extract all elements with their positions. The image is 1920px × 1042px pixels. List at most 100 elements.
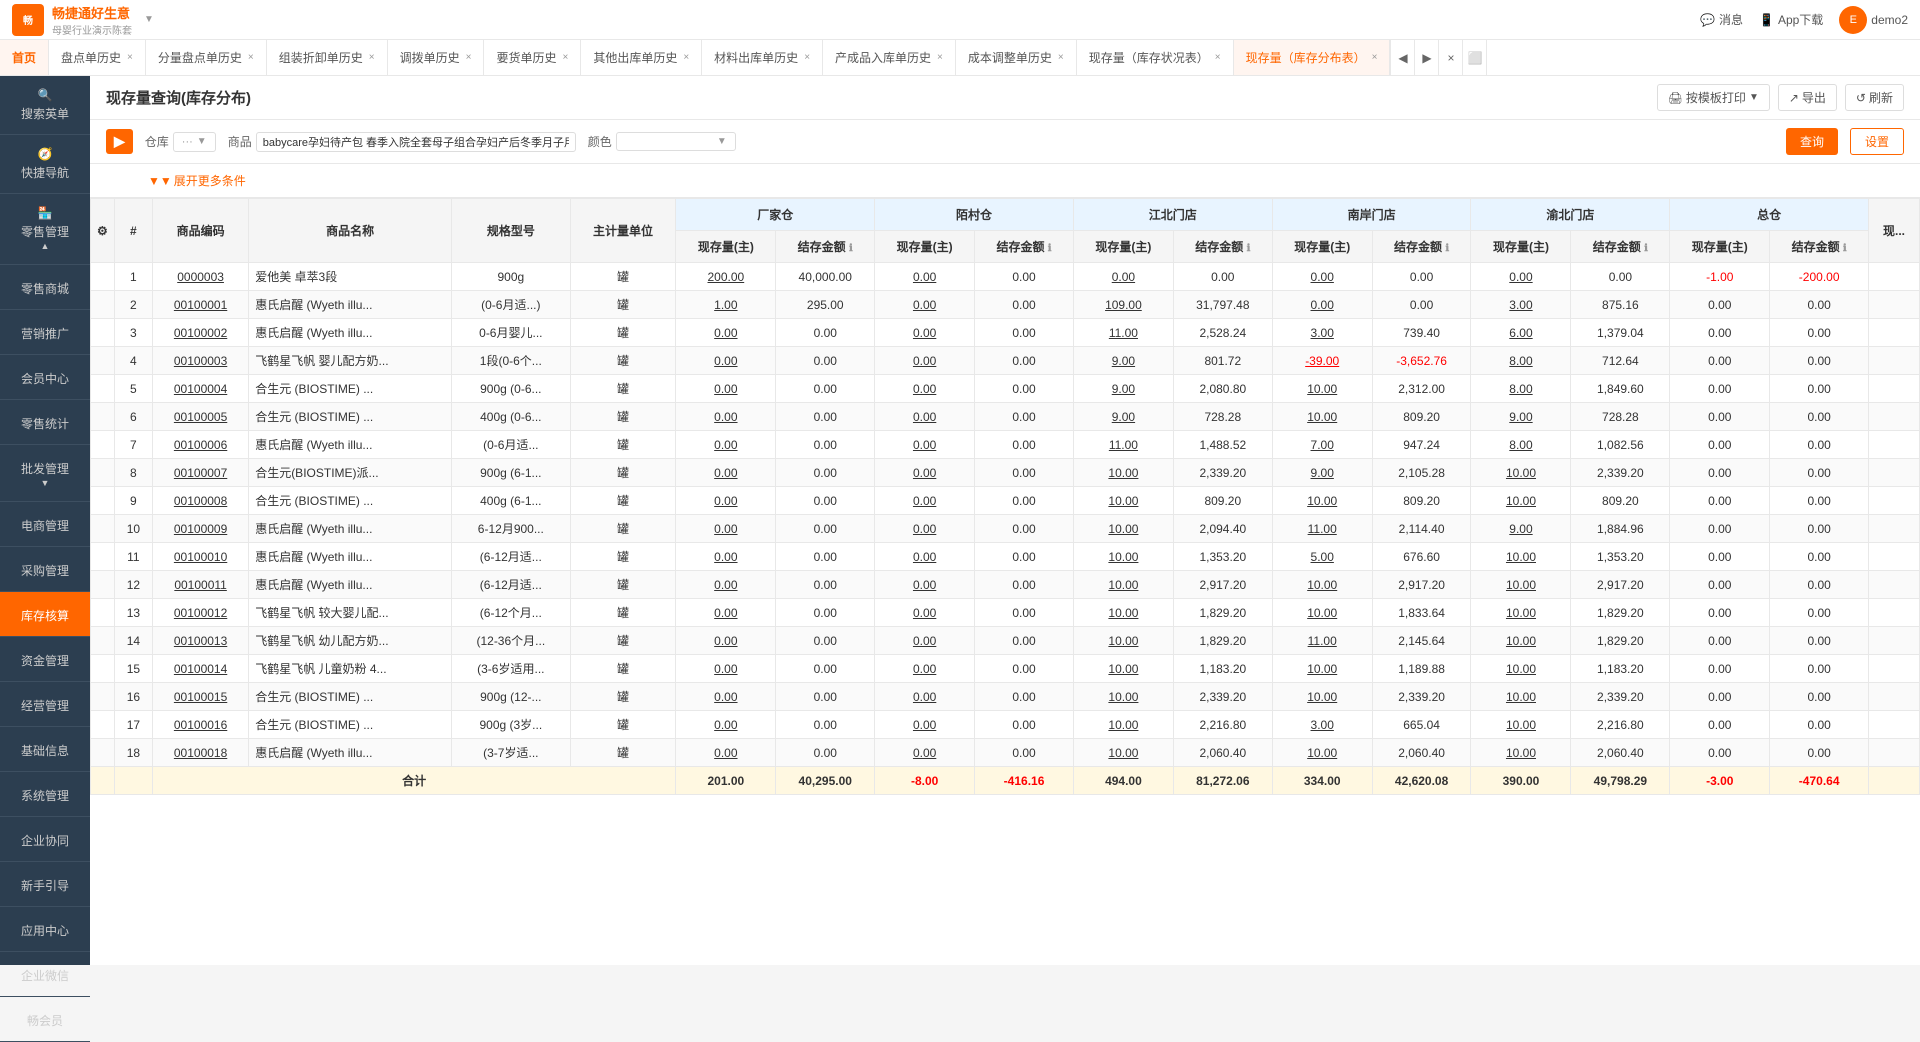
row-code-5[interactable]: 00100005: [152, 403, 248, 431]
row-v-qty-5[interactable]: 0.00: [875, 403, 975, 431]
row-yb-qty-10[interactable]: 10.00: [1471, 543, 1571, 571]
sidebar-item-purchase[interactable]: 采购管理: [0, 547, 90, 592]
row-v-qty-14[interactable]: 0.00: [875, 655, 975, 683]
tab-4-close[interactable]: ×: [466, 52, 472, 63]
row-yb-qty-15[interactable]: 10.00: [1471, 683, 1571, 711]
row-code-1[interactable]: 00100001: [152, 291, 248, 319]
row-v-qty-16[interactable]: 0.00: [875, 711, 975, 739]
row-jb-qty-17[interactable]: 10.00: [1073, 739, 1173, 767]
row-jb-qty-12[interactable]: 10.00: [1073, 599, 1173, 627]
sidebar-item-member[interactable]: 会员中心: [0, 355, 90, 400]
nav-right-arrow[interactable]: ▶: [1415, 40, 1439, 76]
row-v-qty-0[interactable]: 0.00: [875, 263, 975, 291]
row-na-qty-13[interactable]: 11.00: [1272, 627, 1372, 655]
row-yb-qty-12[interactable]: 10.00: [1471, 599, 1571, 627]
yb-amt-info-icon[interactable]: ℹ: [1644, 243, 1648, 254]
tab-11[interactable]: 现存量（库存分布表） ×: [1234, 40, 1391, 76]
row-v-qty-3[interactable]: 0.00: [875, 347, 975, 375]
warehouse-input[interactable]: ··· ▼: [173, 132, 216, 152]
row-yb-qty-4[interactable]: 8.00: [1471, 375, 1571, 403]
app-download-btn[interactable]: 📱 App下载: [1759, 11, 1823, 28]
row-v-qty-11[interactable]: 0.00: [875, 571, 975, 599]
sidebar-item-operations[interactable]: 经营管理: [0, 682, 90, 727]
tab-10-close[interactable]: ×: [1215, 52, 1221, 63]
tab-2-close[interactable]: ×: [248, 52, 254, 63]
tab-5-close[interactable]: ×: [562, 52, 568, 63]
sidebar-item-quick-nav[interactable]: 🧭 快捷导航: [0, 135, 90, 194]
sidebar-item-member-app[interactable]: 畅会员: [0, 997, 90, 1042]
dropdown-icon[interactable]: ▼: [144, 14, 154, 25]
row-na-qty-2[interactable]: 3.00: [1272, 319, 1372, 347]
row-na-qty-7[interactable]: 9.00: [1272, 459, 1372, 487]
row-f-qty-13[interactable]: 0.00: [676, 627, 776, 655]
tab-6-close[interactable]: ×: [683, 52, 689, 63]
th-setting[interactable]: ⚙: [91, 199, 115, 263]
sidebar-item-online-store[interactable]: 零售商城: [0, 265, 90, 310]
row-f-qty-5[interactable]: 0.00: [676, 403, 776, 431]
row-na-qty-1[interactable]: 0.00: [1272, 291, 1372, 319]
row-f-qty-7[interactable]: 0.00: [676, 459, 776, 487]
row-code-17[interactable]: 00100018: [152, 739, 248, 767]
na-amt-info-icon[interactable]: ℹ: [1445, 243, 1449, 254]
row-v-qty-13[interactable]: 0.00: [875, 627, 975, 655]
row-v-qty-6[interactable]: 0.00: [875, 431, 975, 459]
sidebar-item-ecommerce[interactable]: 电商管理: [0, 502, 90, 547]
tab-9[interactable]: 成本调整单历史 ×: [956, 40, 1077, 76]
row-yb-qty-0[interactable]: 0.00: [1471, 263, 1571, 291]
expand-btn[interactable]: ▶: [106, 129, 133, 154]
tab-9-close[interactable]: ×: [1058, 52, 1064, 63]
tab-10[interactable]: 现存量（库存状况表） ×: [1077, 40, 1234, 76]
tab-11-close[interactable]: ×: [1372, 52, 1378, 63]
row-jb-qty-5[interactable]: 9.00: [1073, 403, 1173, 431]
message-btn[interactable]: 💬 消息: [1700, 11, 1743, 28]
row-code-15[interactable]: 00100015: [152, 683, 248, 711]
row-na-qty-5[interactable]: 10.00: [1272, 403, 1372, 431]
tab-6[interactable]: 其他出库单历史 ×: [581, 40, 702, 76]
tab-8-close[interactable]: ×: [937, 52, 943, 63]
row-code-10[interactable]: 00100010: [152, 543, 248, 571]
expand-more-btn[interactable]: ▼▼ 展开更多条件: [140, 168, 254, 193]
row-jb-qty-9[interactable]: 10.00: [1073, 515, 1173, 543]
row-yb-qty-3[interactable]: 8.00: [1471, 347, 1571, 375]
nav-expand[interactable]: ⬜: [1463, 40, 1487, 76]
row-jb-qty-10[interactable]: 10.00: [1073, 543, 1173, 571]
tab-2[interactable]: 分量盘点单历史 ×: [146, 40, 267, 76]
row-na-qty-15[interactable]: 10.00: [1272, 683, 1372, 711]
tab-8[interactable]: 产成品入库单历史 ×: [823, 40, 956, 76]
row-jb-qty-4[interactable]: 9.00: [1073, 375, 1173, 403]
v-amt-info-icon[interactable]: ℹ: [1048, 243, 1052, 254]
sidebar-item-retail-stats[interactable]: 零售统计: [0, 400, 90, 445]
sidebar-item-search[interactable]: 🔍 搜索英单: [0, 76, 90, 135]
row-jb-qty-6[interactable]: 11.00: [1073, 431, 1173, 459]
f-amt-info-icon[interactable]: ℹ: [849, 243, 853, 254]
row-yb-qty-16[interactable]: 10.00: [1471, 711, 1571, 739]
sidebar-item-inventory[interactable]: 库存核算: [0, 592, 90, 637]
row-f-qty-16[interactable]: 0.00: [676, 711, 776, 739]
row-v-qty-12[interactable]: 0.00: [875, 599, 975, 627]
row-v-qty-9[interactable]: 0.00: [875, 515, 975, 543]
row-v-qty-2[interactable]: 0.00: [875, 319, 975, 347]
row-yb-qty-11[interactable]: 10.00: [1471, 571, 1571, 599]
row-v-qty-4[interactable]: 0.00: [875, 375, 975, 403]
sidebar-item-retail-mgmt[interactable]: 🏪 零售管理 ▲: [0, 194, 90, 265]
row-na-qty-8[interactable]: 10.00: [1272, 487, 1372, 515]
row-jb-qty-13[interactable]: 10.00: [1073, 627, 1173, 655]
row-yb-qty-9[interactable]: 9.00: [1471, 515, 1571, 543]
tab-3[interactable]: 组装折卸单历史 ×: [267, 40, 388, 76]
row-v-qty-10[interactable]: 0.00: [875, 543, 975, 571]
sidebar-item-basic-info[interactable]: 基础信息: [0, 727, 90, 772]
row-yb-qty-14[interactable]: 10.00: [1471, 655, 1571, 683]
row-code-7[interactable]: 00100007: [152, 459, 248, 487]
row-na-qty-9[interactable]: 11.00: [1272, 515, 1372, 543]
color-input[interactable]: ▼: [616, 132, 736, 151]
row-f-qty-15[interactable]: 0.00: [676, 683, 776, 711]
t-amt-info-icon[interactable]: ℹ: [1843, 243, 1847, 254]
row-f-qty-8[interactable]: 0.00: [676, 487, 776, 515]
sidebar-item-system[interactable]: 系统管理: [0, 772, 90, 817]
row-f-qty-9[interactable]: 0.00: [676, 515, 776, 543]
row-code-9[interactable]: 00100009: [152, 515, 248, 543]
row-yb-qty-2[interactable]: 6.00: [1471, 319, 1571, 347]
row-f-qty-0[interactable]: 200.00: [676, 263, 776, 291]
row-code-2[interactable]: 00100002: [152, 319, 248, 347]
row-na-qty-17[interactable]: 10.00: [1272, 739, 1372, 767]
